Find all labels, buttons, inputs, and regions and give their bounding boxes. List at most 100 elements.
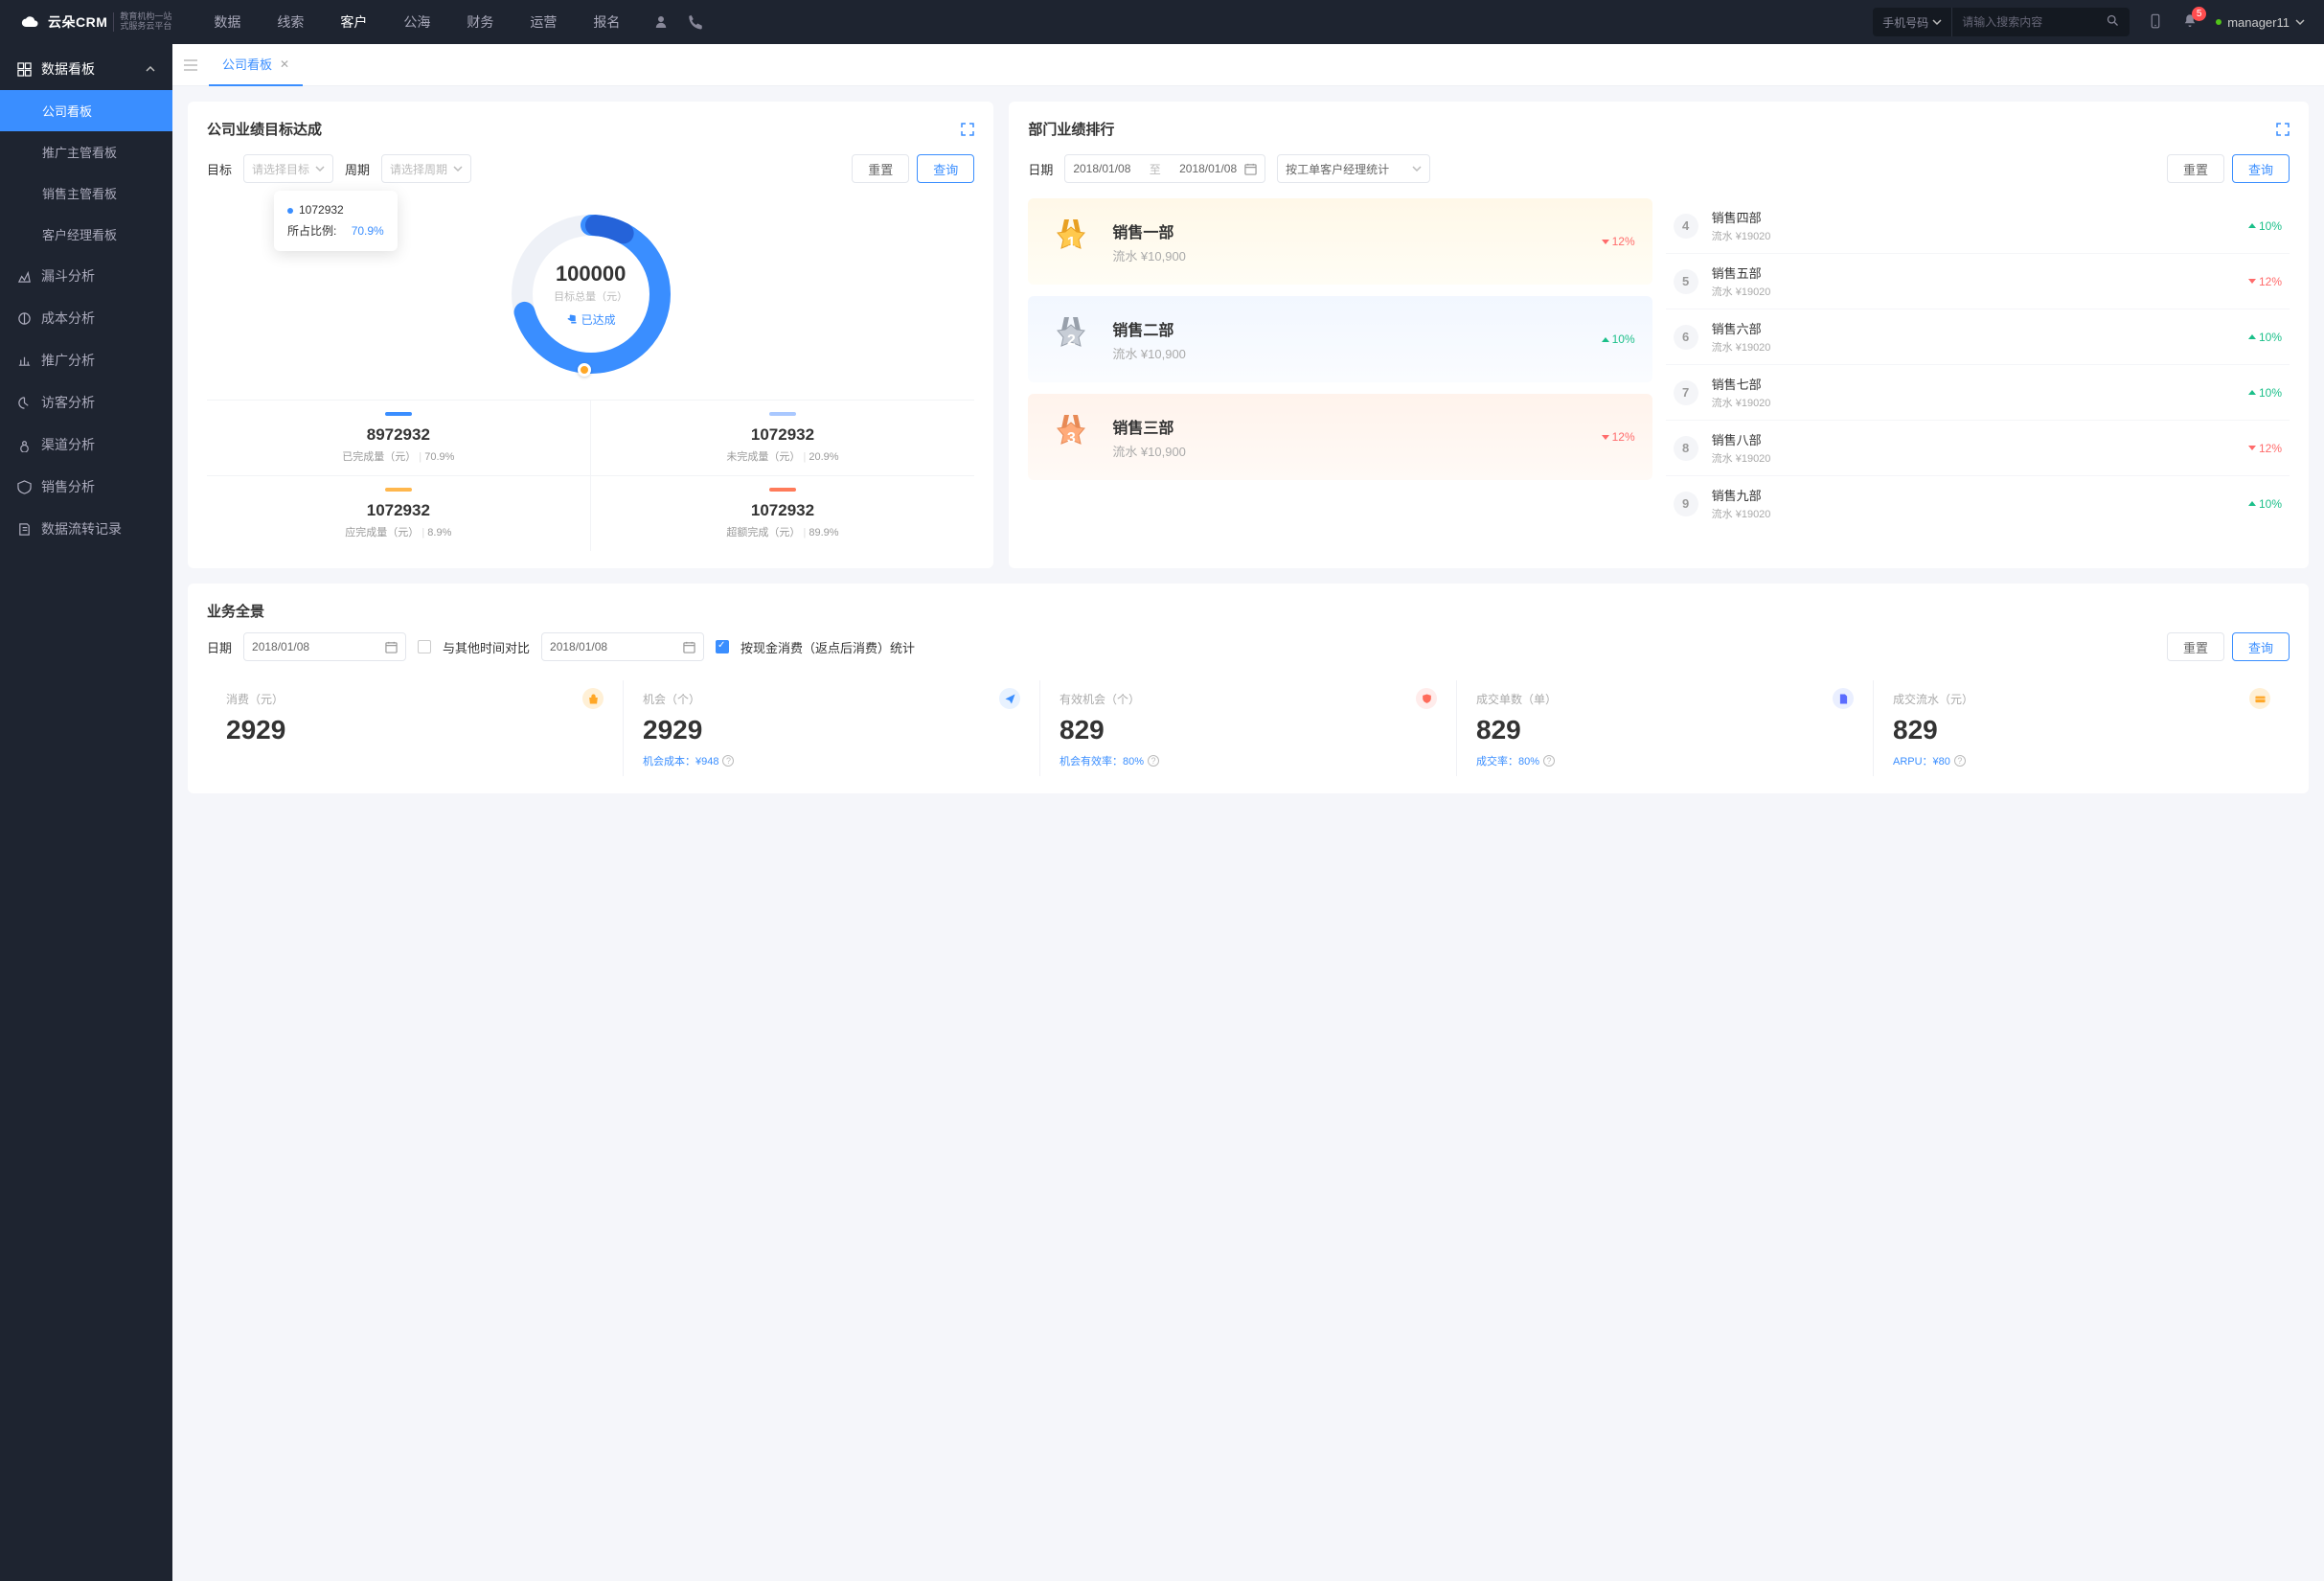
logo[interactable]: 云朵CRM 教育机构一站式服务云平台 <box>19 12 171 32</box>
rank-index: 8 <box>1674 436 1698 461</box>
logo-text: 云朵CRM <box>48 12 107 32</box>
nav-item[interactable]: 财务 <box>453 0 507 44</box>
logo-subtitle: 教育机构一站式服务云平台 <box>113 12 171 32</box>
username: manager11 <box>2227 15 2290 30</box>
menu-icon <box>17 396 32 410</box>
date-range-input[interactable]: 2018/01/08 至 2018/01/08 <box>1064 154 1265 183</box>
calendar-icon <box>1244 163 1257 175</box>
search-button[interactable] <box>2096 13 2130 31</box>
nav-item[interactable]: 数据 <box>200 0 254 44</box>
help-icon[interactable]: ? <box>1954 755 1966 767</box>
sidebar-subitems: 公司看板推广主管看板销售主管看板客户经理看板 <box>0 90 172 255</box>
trend-indicator: 12% <box>1602 430 1635 444</box>
nav-item[interactable]: 客户 <box>327 0 380 44</box>
query-button[interactable]: 查询 <box>917 154 974 183</box>
cash-label: 按现金消费（返点后消费）统计 <box>740 638 915 656</box>
sidebar-group-dashboard[interactable]: 数据看板 <box>0 48 172 90</box>
kpi-cell: 成交流水（元）829ARPU：¥80 ? <box>1874 680 2290 776</box>
calendar-icon <box>683 641 695 653</box>
rank-row[interactable]: 5销售五部流水 ¥1902012% <box>1666 254 2290 309</box>
rank-row[interactable]: 4销售四部流水 ¥1902010% <box>1666 198 2290 254</box>
date-label: 日期 <box>1028 160 1053 178</box>
reset-button[interactable]: 重置 <box>2167 154 2224 183</box>
sidebar-subitem[interactable]: 销售主管看板 <box>0 172 172 214</box>
donut-value: 100000 <box>556 262 626 286</box>
trend-indicator: 10% <box>2248 497 2282 511</box>
rank-card[interactable]: 1销售一部流水 ¥10,90012% <box>1028 198 1652 285</box>
sidebar-subitem[interactable]: 客户经理看板 <box>0 214 172 255</box>
expand-icon[interactable] <box>961 123 974 136</box>
stat-cell: 8972932已完成量（元）70.9% <box>207 400 591 475</box>
chevron-down-icon <box>1412 164 1422 173</box>
card-ranking: 部门业绩排行 日期 2018/01/08 至 2018/01/08 按工单客户经… <box>1009 102 2309 568</box>
help-icon[interactable]: ? <box>1148 755 1159 767</box>
thumb-up-icon <box>566 313 578 325</box>
sidebar-item[interactable]: 漏斗分析 <box>0 255 172 297</box>
nav-item[interactable]: 运营 <box>516 0 570 44</box>
nav-item[interactable]: 线索 <box>263 0 317 44</box>
sidebar-item[interactable]: 访客分析 <box>0 381 172 424</box>
mobile-icon[interactable] <box>2147 12 2164 33</box>
rank-row[interactable]: 6销售六部流水 ¥1902010% <box>1666 309 2290 365</box>
card-title: 部门业绩排行 <box>1028 119 1114 139</box>
target-select[interactable]: 请选择目标 <box>243 154 333 183</box>
card-title: 业务全景 <box>207 601 264 621</box>
sidebar-item[interactable]: 渠道分析 <box>0 424 172 466</box>
help-icon[interactable]: ? <box>1543 755 1555 767</box>
nav-item[interactable]: 公海 <box>390 0 444 44</box>
help-icon[interactable]: ? <box>722 755 734 767</box>
date-input-2[interactable]: 2018/01/08 <box>541 632 704 661</box>
menu-icon <box>17 522 32 537</box>
groupby-select[interactable]: 按工单客户经理统计 <box>1277 154 1430 183</box>
card-title: 公司业绩目标达成 <box>207 119 322 139</box>
query-button[interactable]: 查询 <box>2232 154 2290 183</box>
chevron-down-icon <box>315 164 325 173</box>
rank-card[interactable]: 2销售二部流水 ¥10,90010% <box>1028 296 1652 382</box>
date-input-1[interactable]: 2018/01/08 <box>243 632 406 661</box>
trend-indicator: 12% <box>2248 442 2282 455</box>
nav-items: 数据线索客户公海财务运营报名 <box>200 0 633 44</box>
rank-card[interactable]: 3销售三部流水 ¥10,90012% <box>1028 394 1652 480</box>
period-select[interactable]: 请选择周期 <box>381 154 471 183</box>
compare-checkbox[interactable] <box>418 640 431 653</box>
medal-icon: 2 <box>1045 313 1097 365</box>
search-icon <box>2106 13 2120 28</box>
rank-row[interactable]: 7销售七部流水 ¥1902010% <box>1666 365 2290 421</box>
search-type-select[interactable]: 手机号码 <box>1873 8 1952 36</box>
reset-button[interactable]: 重置 <box>2167 632 2224 661</box>
query-button[interactable]: 查询 <box>2232 632 2290 661</box>
menu-icon <box>17 438 32 452</box>
kpi-sub: ARPU：¥80 ? <box>1893 753 2270 768</box>
shield-icon <box>1416 688 1437 709</box>
status-dot-icon <box>2216 19 2221 25</box>
close-icon[interactable]: ✕ <box>280 57 289 71</box>
rank-row[interactable]: 8销售八部流水 ¥1902012% <box>1666 421 2290 476</box>
card-goal: 公司业绩目标达成 目标 请选择目标 周期 请选择周期 重置 查询 <box>188 102 993 568</box>
sidebar-subitem[interactable]: 公司看板 <box>0 90 172 131</box>
kpi-value: 2929 <box>643 715 1020 745</box>
rank-row[interactable]: 9销售九部流水 ¥1902010% <box>1666 476 2290 531</box>
kpi-sub: 成交率：80% ? <box>1476 753 1854 768</box>
kpi-sub: 机会成本：¥948 ? <box>643 753 1020 768</box>
expand-icon[interactable] <box>2276 123 2290 136</box>
topbar: 云朵CRM 教育机构一站式服务云平台 数据线索客户公海财务运营报名 手机号码 5 <box>0 0 2324 44</box>
nav-item[interactable]: 报名 <box>580 0 633 44</box>
menu-icon <box>17 311 32 326</box>
main: 公司看板 ✕ 公司业绩目标达成 目标 请选择目标 <box>172 44 2324 1581</box>
sidebar-subitem[interactable]: 推广主管看板 <box>0 131 172 172</box>
user-menu[interactable]: manager11 <box>2216 15 2305 30</box>
sidebar-item[interactable]: 数据流转记录 <box>0 508 172 550</box>
reset-button[interactable]: 重置 <box>852 154 909 183</box>
sidebar-item[interactable]: 推广分析 <box>0 339 172 381</box>
sidebar-item[interactable]: 销售分析 <box>0 466 172 508</box>
kpi-value: 829 <box>1893 715 2270 745</box>
sidebar-item[interactable]: 成本分析 <box>0 297 172 339</box>
cash-checkbox[interactable] <box>716 640 729 653</box>
collapse-icon[interactable] <box>182 57 199 74</box>
person-icon[interactable] <box>652 13 670 31</box>
tab-company-board[interactable]: 公司看板 ✕ <box>209 44 303 86</box>
search-box: 手机号码 <box>1873 8 2130 36</box>
phone-icon[interactable] <box>687 13 704 31</box>
search-input[interactable] <box>1952 15 2096 29</box>
notification-icon[interactable]: 5 <box>2181 12 2199 33</box>
